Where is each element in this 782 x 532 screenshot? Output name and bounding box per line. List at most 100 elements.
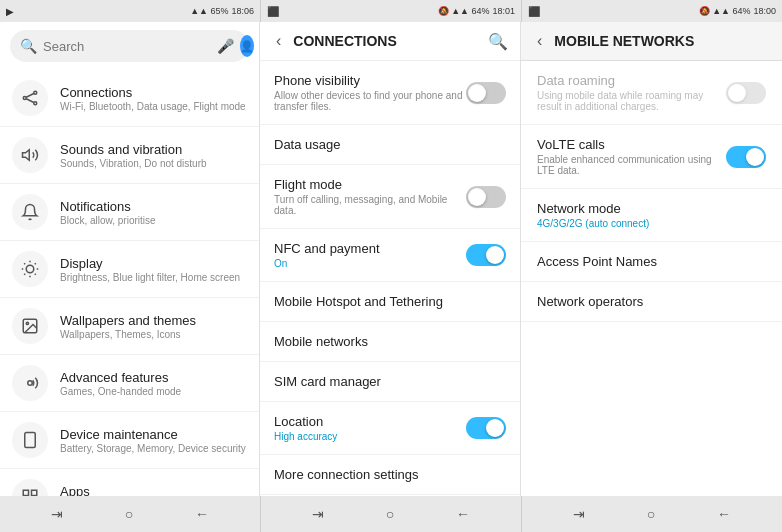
- settings-item-device[interactable]: Device maintenance Battery, Storage, Mem…: [0, 412, 259, 469]
- svg-point-16: [26, 322, 28, 324]
- location-toggle[interactable]: [466, 417, 506, 439]
- data-roaming-subtitle: Using mobile data while roaming may resu…: [537, 90, 726, 112]
- search-bar[interactable]: 🔍 🎤 👤: [10, 30, 249, 62]
- flight-mode-title: Flight mode: [274, 177, 466, 192]
- status-right-3: 🔕 ▲▲ 64% 18:00: [699, 6, 776, 16]
- flight-mode-content: Flight mode Turn off calling, messaging,…: [274, 177, 466, 216]
- settings-item-connections[interactable]: Connections Wi-Fi, Bluetooth, Data usage…: [0, 70, 259, 127]
- flight-mode-toggle[interactable]: [466, 186, 506, 208]
- connections-title: Connections: [60, 85, 247, 100]
- nav-back-3[interactable]: ←: [717, 506, 731, 522]
- wallpapers-subtitle: Wallpapers, Themes, Icons: [60, 329, 247, 340]
- mobile-networks-header-title: MOBILE NETWORKS: [554, 33, 770, 49]
- connections-back-button[interactable]: ‹: [272, 30, 285, 52]
- data-roaming-content: Data roaming Using mobile data while roa…: [537, 73, 726, 112]
- wallpapers-text: Wallpapers and themes Wallpapers, Themes…: [60, 313, 247, 340]
- nav-home-1[interactable]: ○: [125, 506, 133, 522]
- conn-item-mobile-networks[interactable]: Mobile networks: [260, 322, 520, 362]
- connections-subtitle: Wi-Fi, Bluetooth, Data usage, Flight mod…: [60, 101, 247, 112]
- nav-home-3[interactable]: ○: [647, 506, 655, 522]
- status-bar-3: ⬛ 🔕 ▲▲ 64% 18:00: [522, 0, 782, 22]
- apps-icon: [12, 479, 48, 496]
- conn-item-location[interactable]: Location High accuracy: [260, 402, 520, 455]
- conn-item-data-usage[interactable]: Data usage: [260, 125, 520, 165]
- mobile-networks-back-button[interactable]: ‹: [533, 30, 546, 52]
- display-icon: [12, 251, 48, 287]
- advanced-title: Advanced features: [60, 370, 247, 385]
- svg-line-4: [26, 99, 34, 103]
- data-roaming-title: Data roaming: [537, 73, 726, 88]
- network-mode-subtitle: 4G/3G/2G (auto connect): [537, 218, 766, 229]
- conn-item-sim[interactable]: SIM card manager: [260, 362, 520, 402]
- svg-line-10: [35, 274, 36, 275]
- phone-visibility-toggle[interactable]: [466, 82, 506, 104]
- device-subtitle: Battery, Storage, Memory, Device securit…: [60, 443, 247, 454]
- volte-content: VoLTE calls Enable enhanced communicatio…: [537, 137, 726, 176]
- settings-item-display[interactable]: Display Brightness, Blue light filter, H…: [0, 241, 259, 298]
- settings-item-apps[interactable]: Apps Default apps, App permissions: [0, 469, 259, 496]
- signal-icons-3: 🔕 ▲▲ 64%: [699, 6, 751, 16]
- phone-visibility-subtitle: Allow other devices to find your phone a…: [274, 90, 466, 112]
- data-roaming-toggle[interactable]: [726, 82, 766, 104]
- nav-recent-2[interactable]: ⇥: [312, 506, 324, 522]
- svg-rect-20: [23, 490, 28, 495]
- search-input[interactable]: [43, 39, 211, 54]
- flight-mode-subtitle: Turn off calling, messaging, and Mobile …: [274, 194, 466, 216]
- connections-text: Connections Wi-Fi, Bluetooth, Data usage…: [60, 85, 247, 112]
- settings-item-wallpapers[interactable]: Wallpapers and themes Wallpapers, Themes…: [0, 298, 259, 355]
- connections-list: Phone visibility Allow other devices to …: [260, 61, 520, 496]
- sounds-title: Sounds and vibration: [60, 142, 247, 157]
- settings-item-sounds[interactable]: Sounds and vibration Sounds, Vibration, …: [0, 127, 259, 184]
- signal-icons-2: 🔕 ▲▲ 64%: [438, 6, 490, 16]
- status-left-1: ▶: [6, 6, 14, 17]
- volte-subtitle: Enable enhanced communication using LTE …: [537, 154, 726, 176]
- nfc-toggle[interactable]: [466, 244, 506, 266]
- status-right-2: 🔕 ▲▲ 64% 18:01: [438, 6, 515, 16]
- display-title: Display: [60, 256, 247, 271]
- svg-point-6: [26, 265, 34, 273]
- more-content: More connection settings: [274, 467, 506, 482]
- volte-toggle[interactable]: [726, 146, 766, 168]
- main-layout: 🔍 🎤 👤 Connections Wi-Fi, Bluetooth, Data…: [0, 22, 782, 496]
- nav-recent-3[interactable]: ⇥: [573, 506, 585, 522]
- conn-item-nfc[interactable]: NFC and payment On: [260, 229, 520, 282]
- connections-icon: [12, 80, 48, 116]
- network-operators-title: Network operators: [537, 294, 766, 309]
- nav-back-2[interactable]: ←: [456, 506, 470, 522]
- sounds-text: Sounds and vibration Sounds, Vibration, …: [60, 142, 247, 169]
- volte-title: VoLTE calls: [537, 137, 726, 152]
- conn-item-more[interactable]: More connection settings: [260, 455, 520, 495]
- conn-item-hotspot[interactable]: Mobile Hotspot and Tethering: [260, 282, 520, 322]
- svg-marker-5: [23, 150, 30, 161]
- net-item-network-mode[interactable]: Network mode 4G/3G/2G (auto connect): [521, 189, 782, 242]
- mic-icon[interactable]: 🎤: [217, 38, 234, 54]
- svg-point-0: [23, 97, 26, 100]
- settings-item-advanced[interactable]: Advanced features Games, One-handed mode: [0, 355, 259, 412]
- conn-item-phone-visibility[interactable]: Phone visibility Allow other devices to …: [260, 61, 520, 125]
- nav-home-2[interactable]: ○: [386, 506, 394, 522]
- sounds-icon: [12, 137, 48, 173]
- panel-settings: 🔍 🎤 👤 Connections Wi-Fi, Bluetooth, Data…: [0, 22, 260, 496]
- settings-item-notifications[interactable]: Notifications Block, allow, prioritise: [0, 184, 259, 241]
- avatar-icon[interactable]: 👤: [240, 35, 254, 57]
- signal-icons-1: ▲▲ 65%: [190, 6, 228, 16]
- advanced-subtitle: Games, One-handed mode: [60, 386, 247, 397]
- net-item-apn[interactable]: Access Point Names: [521, 242, 782, 282]
- nav-recent-1[interactable]: ⇥: [51, 506, 63, 522]
- net-item-network-operators[interactable]: Network operators: [521, 282, 782, 322]
- svg-line-14: [35, 263, 36, 264]
- connections-search-icon[interactable]: 🔍: [488, 32, 508, 51]
- net-item-data-roaming[interactable]: Data roaming Using mobile data while roa…: [521, 61, 782, 125]
- svg-line-9: [24, 263, 25, 264]
- status-bars: ▶ ▲▲ 65% 18:06 ⬛ 🔕 ▲▲ 64% 18:01 ⬛ 🔕 ▲▲ 6…: [0, 0, 782, 22]
- mobile-networks-header: ‹ MOBILE NETWORKS: [521, 22, 782, 61]
- apn-content: Access Point Names: [537, 254, 766, 269]
- location-title: Location: [274, 414, 466, 429]
- settings-list: Connections Wi-Fi, Bluetooth, Data usage…: [0, 70, 259, 496]
- nav-back-1[interactable]: ←: [195, 506, 209, 522]
- notifications-subtitle: Block, allow, prioritise: [60, 215, 247, 226]
- net-item-volte[interactable]: VoLTE calls Enable enhanced communicatio…: [521, 125, 782, 189]
- conn-item-flight-mode[interactable]: Flight mode Turn off calling, messaging,…: [260, 165, 520, 229]
- sim-content: SIM card manager: [274, 374, 506, 389]
- network-operators-content: Network operators: [537, 294, 766, 309]
